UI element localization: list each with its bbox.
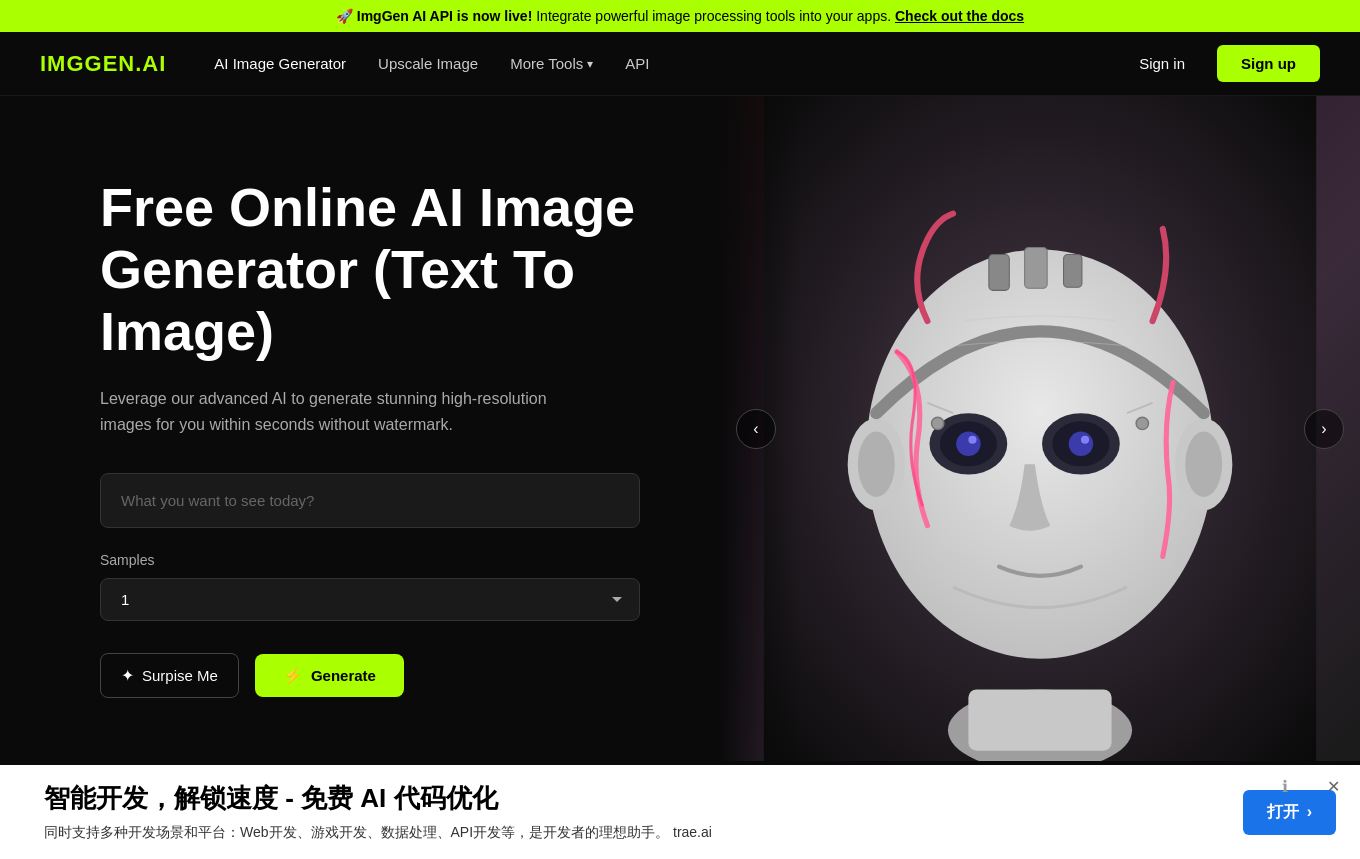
hero-left: Free Online AI Image Generator (Text To … [0, 96, 720, 761]
logo-suffix: .AI [135, 51, 166, 76]
announcement-description: Integrate powerful image processing tool… [536, 8, 891, 24]
signup-button[interactable]: Sign up [1217, 45, 1320, 82]
chevron-down-icon: ▾ [587, 57, 593, 71]
hero-subtitle: Leverage our advanced AI to generate stu… [100, 386, 580, 437]
announcement-rocket: 🚀 [336, 8, 353, 24]
action-buttons: ✦ Surpise Me ⚡ Generate [100, 653, 660, 698]
svg-rect-16 [989, 255, 1009, 291]
surprise-me-button[interactable]: ✦ Surpise Me [100, 653, 239, 698]
svg-point-11 [968, 436, 976, 444]
svg-point-20 [1136, 417, 1148, 429]
generate-icon: ⚡ [283, 666, 303, 685]
nav-link-ai-image-generator[interactable]: AI Image Generator [214, 55, 346, 72]
hero-image-background [720, 96, 1360, 761]
announcement-bold: ImgGen AI API is now live! [357, 8, 533, 24]
navbar: IMGGEN.AI AI Image Generator Upscale Ima… [0, 32, 1360, 96]
chevron-left-icon: ‹ [753, 420, 758, 438]
announcement-link[interactable]: Check out the docs [895, 8, 1024, 24]
signin-button[interactable]: Sign in [1123, 47, 1201, 80]
nav-link-upscale-image[interactable]: Upscale Image [378, 55, 478, 72]
svg-point-10 [956, 432, 981, 457]
hero-section: Free Online AI Image Generator (Text To … [0, 96, 1360, 761]
svg-rect-2 [968, 689, 1111, 750]
announcement-banner: 🚀 ImgGen AI API is now live! Integrate p… [0, 0, 1360, 32]
svg-point-14 [1069, 432, 1094, 457]
svg-rect-18 [1064, 255, 1082, 288]
generate-button[interactable]: ⚡ Generate [255, 654, 404, 697]
nav-more-tools-dropdown[interactable]: More Tools ▾ [510, 55, 593, 72]
hero-title: Free Online AI Image Generator (Text To … [100, 176, 660, 362]
samples-select[interactable]: 1 2 3 4 [100, 578, 640, 621]
carousel-next-button[interactable]: › [1304, 409, 1344, 449]
hero-right: ‹ › [720, 96, 1360, 761]
carousel-prev-button[interactable]: ‹ [736, 409, 776, 449]
navbar-right: Sign in Sign up [1123, 45, 1320, 82]
nav-link-api[interactable]: API [625, 55, 649, 72]
chevron-right-icon: › [1321, 420, 1326, 438]
prompt-input[interactable] [100, 473, 640, 528]
svg-point-5 [858, 432, 895, 497]
surprise-label: Surpise Me [142, 667, 218, 684]
more-tools-label: More Tools [510, 55, 583, 72]
generate-label: Generate [311, 667, 376, 684]
logo-text: IMGGEN [40, 51, 135, 76]
svg-rect-17 [1025, 247, 1048, 288]
samples-label: Samples [100, 552, 660, 568]
robot-illustration [720, 96, 1360, 761]
svg-point-15 [1081, 436, 1089, 444]
svg-point-19 [932, 417, 944, 429]
sparkle-icon: ✦ [121, 666, 134, 685]
logo[interactable]: IMGGEN.AI [40, 51, 166, 77]
nav-links: AI Image Generator Upscale Image More To… [214, 55, 649, 72]
navbar-left: IMGGEN.AI AI Image Generator Upscale Ima… [40, 51, 649, 77]
svg-point-7 [1185, 432, 1222, 497]
